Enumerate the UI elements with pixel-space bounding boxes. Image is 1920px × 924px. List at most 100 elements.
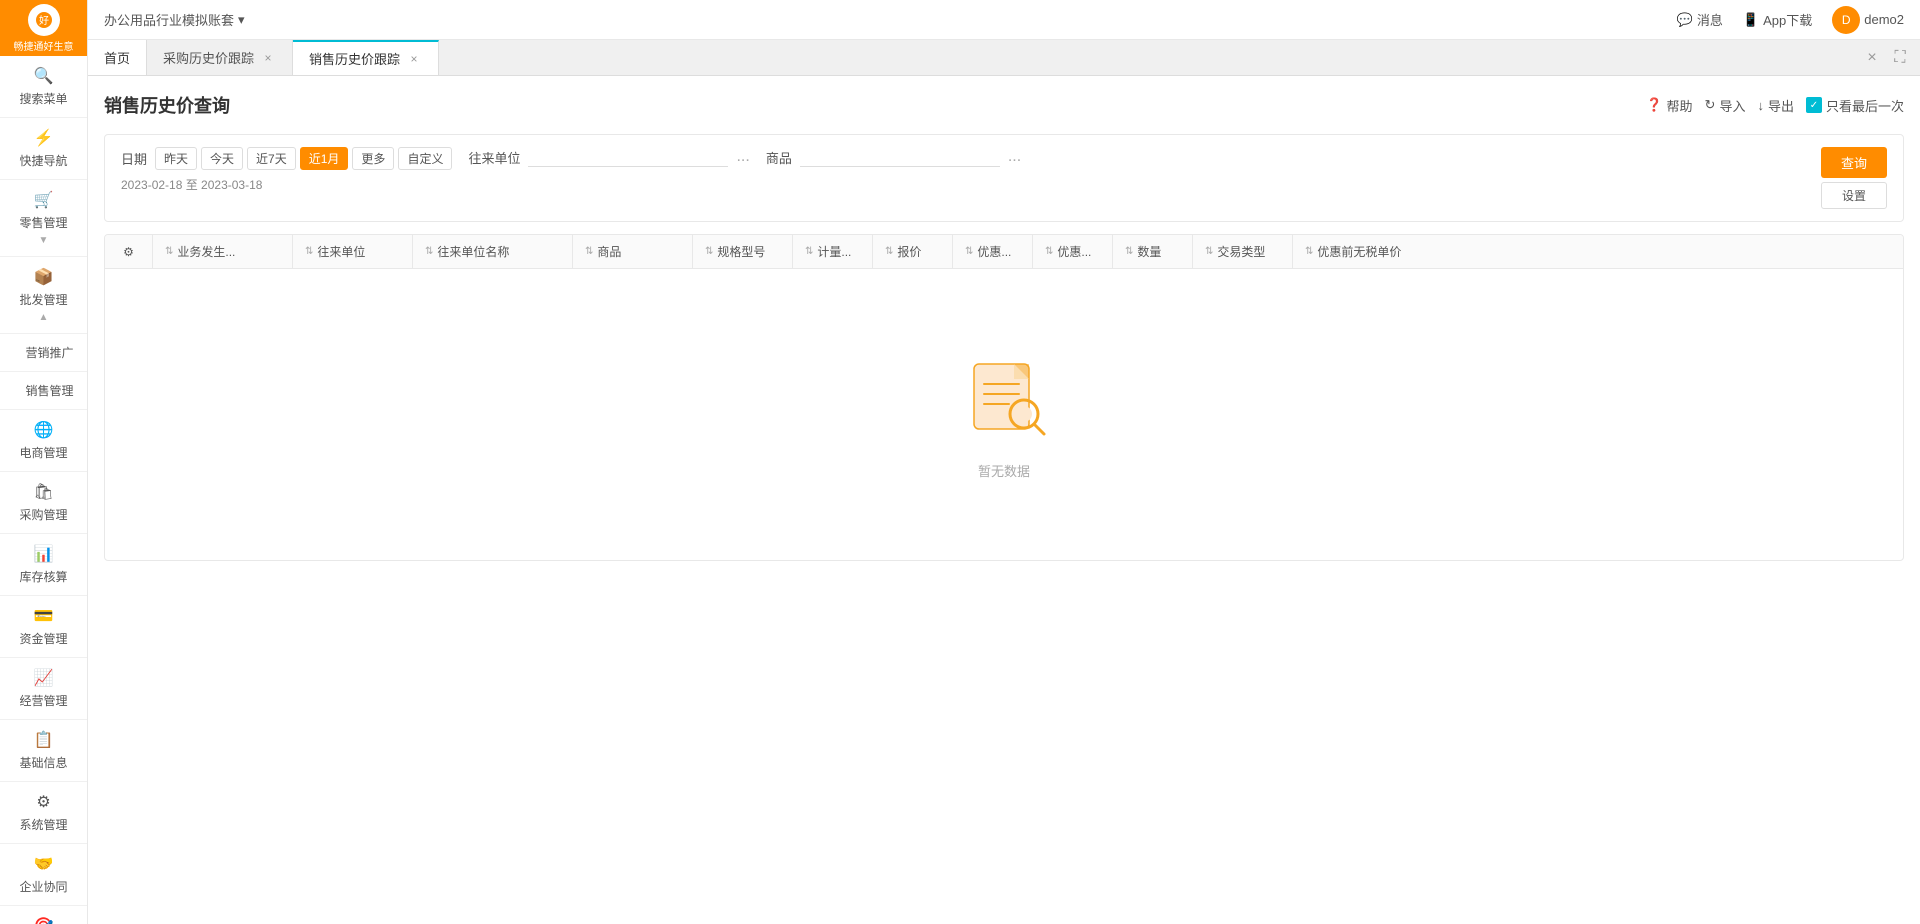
sidebar-item-finance-mgmt[interactable]: 💳 资金管理 <box>0 596 88 658</box>
th-spec-label: 规格型号 <box>717 243 765 260</box>
query-button[interactable]: 查询 <box>1821 147 1887 178</box>
tab-purchase-history-close[interactable]: × <box>260 50 276 66</box>
data-table: ⚙ ⇅ 业务发生... ⇅ 往来单位 ⇅ 往来单位名称 ⇅ 商品 <box>104 234 1904 561</box>
import-button[interactable]: ↻ 导入 <box>1705 96 1746 115</box>
sidebar-item-ecommerce-mgmt[interactable]: 🌐 电商管理 <box>0 410 88 472</box>
dropdown-icon: ▾ <box>238 12 245 28</box>
date-btn-custom[interactable]: 自定义 <box>398 147 452 170</box>
partner-dots-button[interactable]: ... <box>736 148 749 166</box>
date-btn-today[interactable]: 今天 <box>201 147 243 170</box>
logo-icon: 好 <box>28 4 60 36</box>
sidebar-item-retail-mgmt[interactable]: 🛒 零售管理 ▼ <box>0 180 88 257</box>
only-last-checkbox[interactable]: ✓ <box>1806 97 1822 113</box>
app-logo: 好 畅捷通好生意 <box>0 0 88 56</box>
date-btn-1month[interactable]: 近1月 <box>300 147 349 170</box>
sidebar-item-sales-mgmt[interactable]: 销售管理 <box>0 372 88 410</box>
page-content: 销售历史价查询 ❓ 帮助 ↻ 导入 ↓ 导出 ✓ 只 <box>88 76 1920 924</box>
date-btn-7days[interactable]: 近7天 <box>247 147 296 170</box>
sidebar-item-label: 经营管理 <box>19 692 67 709</box>
expand-button[interactable]: ⛶ <box>1888 46 1912 70</box>
th-goods[interactable]: ⇅ 商品 <box>573 235 693 268</box>
th-qty[interactable]: ⇅ 数量 <box>1113 235 1193 268</box>
th-price-label: 报价 <box>897 243 921 260</box>
close-all-tabs-button[interactable]: × <box>1860 46 1884 70</box>
th-discount1-label: 优惠... <box>977 243 1011 260</box>
chevron-down-icon: ▼ <box>39 235 49 246</box>
search-menu-icon: 🔍 <box>34 66 54 86</box>
th-setting[interactable]: ⚙ <box>105 235 153 268</box>
sidebar-item-basic-info[interactable]: 📋 基础信息 <box>0 720 88 782</box>
th-unit[interactable]: ⇅ 计量... <box>793 235 873 268</box>
message-button[interactable]: 💬 消息 <box>1677 10 1723 29</box>
export-button[interactable]: ↓ 导出 <box>1757 96 1794 115</box>
th-price[interactable]: ⇅ 报价 <box>873 235 953 268</box>
sidebar-item-operation-mgmt[interactable]: 📈 经营管理 <box>0 658 88 720</box>
company-name: 办公用品行业模拟账套 <box>104 10 234 29</box>
th-goods-label: 商品 <box>597 243 621 260</box>
date-label: 日期 <box>121 149 147 168</box>
sidebar-item-label: 资金管理 <box>19 630 67 647</box>
th-date-label: 业务发生... <box>177 243 235 260</box>
main-content: 办公用品行业模拟账套 ▾ 💬 消息 📱 App下载 D demo2 首页 采购历… <box>88 0 1920 924</box>
system-mgmt-icon: ⚙ <box>36 792 50 812</box>
sidebar-item-quick-nav[interactable]: ⚡ 快捷导航 <box>0 118 88 180</box>
tab-home[interactable]: 首页 <box>88 40 147 75</box>
date-btn-more[interactable]: 更多 <box>352 147 394 170</box>
sidebar-item-new-user-guide[interactable]: 🎯 新手引导 <box>0 906 88 924</box>
user-menu[interactable]: D demo2 <box>1832 6 1904 34</box>
sidebar-item-search-menu[interactable]: 🔍 搜索菜单 <box>0 56 88 118</box>
date-btn-yesterday[interactable]: 昨天 <box>155 147 197 170</box>
only-last-checkbox-label[interactable]: ✓ 只看最后一次 <box>1806 96 1904 115</box>
app-download-button[interactable]: 📱 App下载 <box>1743 10 1812 29</box>
th-spec[interactable]: ⇅ 规格型号 <box>693 235 793 268</box>
th-tax-price-label: 优惠前无税单价 <box>1317 243 1401 260</box>
empty-state: 暂无数据 <box>105 269 1903 560</box>
partner-input[interactable] <box>528 147 728 167</box>
date-filter: 日期 昨天 今天 近7天 近1月 更多 自定义 <box>121 147 452 170</box>
tab-purchase-history-label: 采购历史价跟踪 <box>163 48 254 67</box>
empty-text: 暂无数据 <box>978 461 1030 480</box>
sidebar-item-marketing[interactable]: 营销推广 <box>0 334 88 372</box>
goods-dots-button[interactable]: ... <box>1008 148 1021 166</box>
th-qty-label: 数量 <box>1137 243 1161 260</box>
filter-actions: 查询 设置 <box>1821 147 1887 209</box>
sidebar-item-wholesale-mgmt[interactable]: 📦 批发管理 ▲ <box>0 257 88 334</box>
tab-sales-history-label: 销售历史价跟踪 <box>309 49 400 68</box>
tab-home-label: 首页 <box>104 48 130 67</box>
sidebar-item-enterprise-collab[interactable]: 🤝 企业协同 <box>0 844 88 906</box>
goods-input[interactable] <box>800 147 1000 167</box>
th-trade[interactable]: ⇅ 交易类型 <box>1193 235 1293 268</box>
inventory-icon: 📊 <box>34 544 54 564</box>
date-filter-group: 日期 昨天 今天 近7天 近1月 更多 自定义 2023-02-18 至 202… <box>121 147 452 193</box>
th-unit-name[interactable]: ⇅ 往来单位名称 <box>413 235 573 268</box>
tab-sales-history-close[interactable]: × <box>406 51 422 67</box>
th-unit-code-label: 往来单位 <box>317 243 365 260</box>
sidebar-item-purchase-mgmt[interactable]: 🛍 采购管理 <box>0 472 88 534</box>
th-unit-code[interactable]: ⇅ 往来单位 <box>293 235 413 268</box>
sidebar-item-inventory[interactable]: 📊 库存核算 <box>0 534 88 596</box>
tab-purchase-history[interactable]: 采购历史价跟踪 × <box>147 40 293 75</box>
th-discount1[interactable]: ⇅ 优惠... <box>953 235 1033 268</box>
sidebar-item-label: 营销推广 <box>25 344 73 361</box>
sort-icon: ⇅ <box>705 246 713 257</box>
th-date[interactable]: ⇅ 业务发生... <box>153 235 293 268</box>
new-user-guide-icon: 🎯 <box>34 916 54 924</box>
enterprise-collab-icon: 🤝 <box>34 854 54 874</box>
th-tax-price[interactable]: ⇅ 优惠前无税单价 <box>1293 235 1903 268</box>
user-name: demo2 <box>1864 12 1904 27</box>
help-button[interactable]: ❓ 帮助 <box>1646 96 1692 115</box>
th-unit-label: 计量... <box>817 243 851 260</box>
tab-sales-history[interactable]: 销售历史价跟踪 × <box>293 40 439 75</box>
table-header: ⚙ ⇅ 业务发生... ⇅ 往来单位 ⇅ 往来单位名称 ⇅ 商品 <box>105 235 1903 269</box>
sidebar-item-system-mgmt[interactable]: ⚙ 系统管理 <box>0 782 88 844</box>
only-last-label: 只看最后一次 <box>1826 96 1904 115</box>
th-discount2[interactable]: ⇅ 优惠... <box>1033 235 1113 268</box>
export-label: 导出 <box>1768 96 1794 115</box>
company-selector[interactable]: 办公用品行业模拟账套 ▾ <box>104 10 245 29</box>
import-icon: ↻ <box>1705 97 1716 113</box>
sidebar: 好 畅捷通好生意 🔍 搜索菜单 ⚡ 快捷导航 🛒 零售管理 ▼ 📦 批发管理 ▲… <box>0 0 88 924</box>
sort-asc-icon: ⇅ <box>165 246 173 257</box>
filter-settings-button[interactable]: 设置 <box>1821 182 1887 209</box>
th-discount2-label: 优惠... <box>1057 243 1091 260</box>
partner-filter-group: 往来单位 ... <box>468 147 749 167</box>
